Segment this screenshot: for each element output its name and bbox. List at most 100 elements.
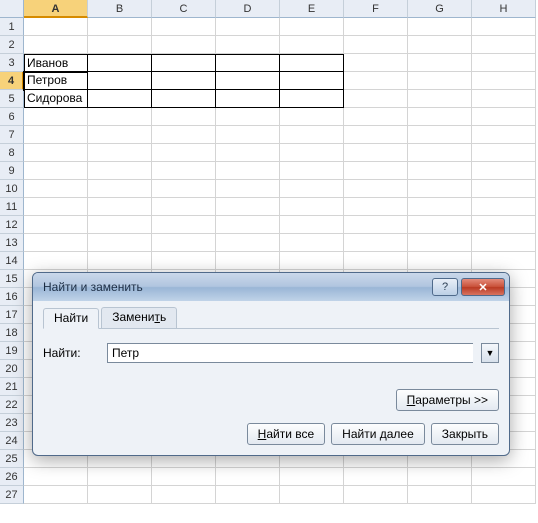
cell-F10[interactable] [344, 180, 408, 198]
cell-A4[interactable]: Петров [24, 72, 88, 90]
cell-B3[interactable] [88, 54, 152, 72]
row-header-1[interactable]: 1 [0, 18, 24, 36]
cell-G1[interactable] [408, 18, 472, 36]
cell-G2[interactable] [408, 36, 472, 54]
cell-B6[interactable] [88, 108, 152, 126]
row-header-25[interactable]: 25 [0, 450, 24, 468]
cell-H6[interactable] [472, 108, 536, 126]
cell-G4[interactable] [408, 72, 472, 90]
cell-C1[interactable] [152, 18, 216, 36]
cell-A5[interactable]: Сидорова [24, 90, 88, 108]
row-header-3[interactable]: 3 [0, 54, 24, 72]
cell-H3[interactable] [472, 54, 536, 72]
cell-G14[interactable] [408, 252, 472, 270]
cell-B8[interactable] [88, 144, 152, 162]
cell-A7[interactable] [24, 126, 88, 144]
cell-G9[interactable] [408, 162, 472, 180]
cell-A3[interactable]: Иванов [24, 54, 88, 72]
row-header-27[interactable]: 27 [0, 486, 24, 504]
cell-H14[interactable] [472, 252, 536, 270]
cell-E10[interactable] [280, 180, 344, 198]
cell-D9[interactable] [216, 162, 280, 180]
cell-A2[interactable] [24, 36, 88, 54]
cell-F13[interactable] [344, 234, 408, 252]
cell-D5[interactable] [216, 90, 280, 108]
row-header-22[interactable]: 22 [0, 396, 24, 414]
row-header-16[interactable]: 16 [0, 288, 24, 306]
cell-F7[interactable] [344, 126, 408, 144]
cell-A11[interactable] [24, 198, 88, 216]
row-header-20[interactable]: 20 [0, 360, 24, 378]
cell-A12[interactable] [24, 216, 88, 234]
select-all-corner[interactable] [0, 0, 24, 18]
cell-E11[interactable] [280, 198, 344, 216]
row-header-24[interactable]: 24 [0, 432, 24, 450]
cell-C13[interactable] [152, 234, 216, 252]
cell-C4[interactable] [152, 72, 216, 90]
cell-D2[interactable] [216, 36, 280, 54]
cell-A10[interactable] [24, 180, 88, 198]
row-header-18[interactable]: 18 [0, 324, 24, 342]
cell-D27[interactable] [216, 486, 280, 504]
cell-A8[interactable] [24, 144, 88, 162]
cell-H9[interactable] [472, 162, 536, 180]
cell-D26[interactable] [216, 468, 280, 486]
cell-A27[interactable] [24, 486, 88, 504]
cell-B11[interactable] [88, 198, 152, 216]
cell-E2[interactable] [280, 36, 344, 54]
close-button[interactable]: ✕ [461, 278, 505, 296]
cell-C6[interactable] [152, 108, 216, 126]
cell-H13[interactable] [472, 234, 536, 252]
cell-C10[interactable] [152, 180, 216, 198]
cell-E1[interactable] [280, 18, 344, 36]
cell-H26[interactable] [472, 468, 536, 486]
cell-C8[interactable] [152, 144, 216, 162]
row-header-21[interactable]: 21 [0, 378, 24, 396]
cell-E9[interactable] [280, 162, 344, 180]
cell-C7[interactable] [152, 126, 216, 144]
find-input[interactable] [107, 343, 473, 363]
row-header-7[interactable]: 7 [0, 126, 24, 144]
cell-F9[interactable] [344, 162, 408, 180]
cell-G10[interactable] [408, 180, 472, 198]
cell-B7[interactable] [88, 126, 152, 144]
cell-A13[interactable] [24, 234, 88, 252]
cell-B10[interactable] [88, 180, 152, 198]
cell-F3[interactable] [344, 54, 408, 72]
params-button[interactable]: Параметры >> [396, 389, 499, 411]
cell-D10[interactable] [216, 180, 280, 198]
cell-B26[interactable] [88, 468, 152, 486]
cell-E6[interactable] [280, 108, 344, 126]
cell-H12[interactable] [472, 216, 536, 234]
row-header-11[interactable]: 11 [0, 198, 24, 216]
cell-A6[interactable] [24, 108, 88, 126]
cell-D14[interactable] [216, 252, 280, 270]
cell-C2[interactable] [152, 36, 216, 54]
col-header-H[interactable]: H [472, 0, 536, 18]
cell-E3[interactable] [280, 54, 344, 72]
cell-B14[interactable] [88, 252, 152, 270]
row-header-9[interactable]: 9 [0, 162, 24, 180]
cell-C27[interactable] [152, 486, 216, 504]
cell-D11[interactable] [216, 198, 280, 216]
col-header-C[interactable]: C [152, 0, 216, 18]
cell-A26[interactable] [24, 468, 88, 486]
cell-D1[interactable] [216, 18, 280, 36]
cell-G5[interactable] [408, 90, 472, 108]
cell-H4[interactable] [472, 72, 536, 90]
cell-H2[interactable] [472, 36, 536, 54]
row-header-14[interactable]: 14 [0, 252, 24, 270]
col-header-B[interactable]: B [88, 0, 152, 18]
cell-E26[interactable] [280, 468, 344, 486]
cell-E5[interactable] [280, 90, 344, 108]
dialog-titlebar[interactable]: Найти и заменить ? ✕ [33, 273, 509, 301]
row-header-23[interactable]: 23 [0, 414, 24, 432]
tab-find[interactable]: Найти [43, 308, 99, 329]
cell-B12[interactable] [88, 216, 152, 234]
cell-F8[interactable] [344, 144, 408, 162]
cell-F2[interactable] [344, 36, 408, 54]
cell-B27[interactable] [88, 486, 152, 504]
cell-E8[interactable] [280, 144, 344, 162]
cell-E12[interactable] [280, 216, 344, 234]
cell-B5[interactable] [88, 90, 152, 108]
